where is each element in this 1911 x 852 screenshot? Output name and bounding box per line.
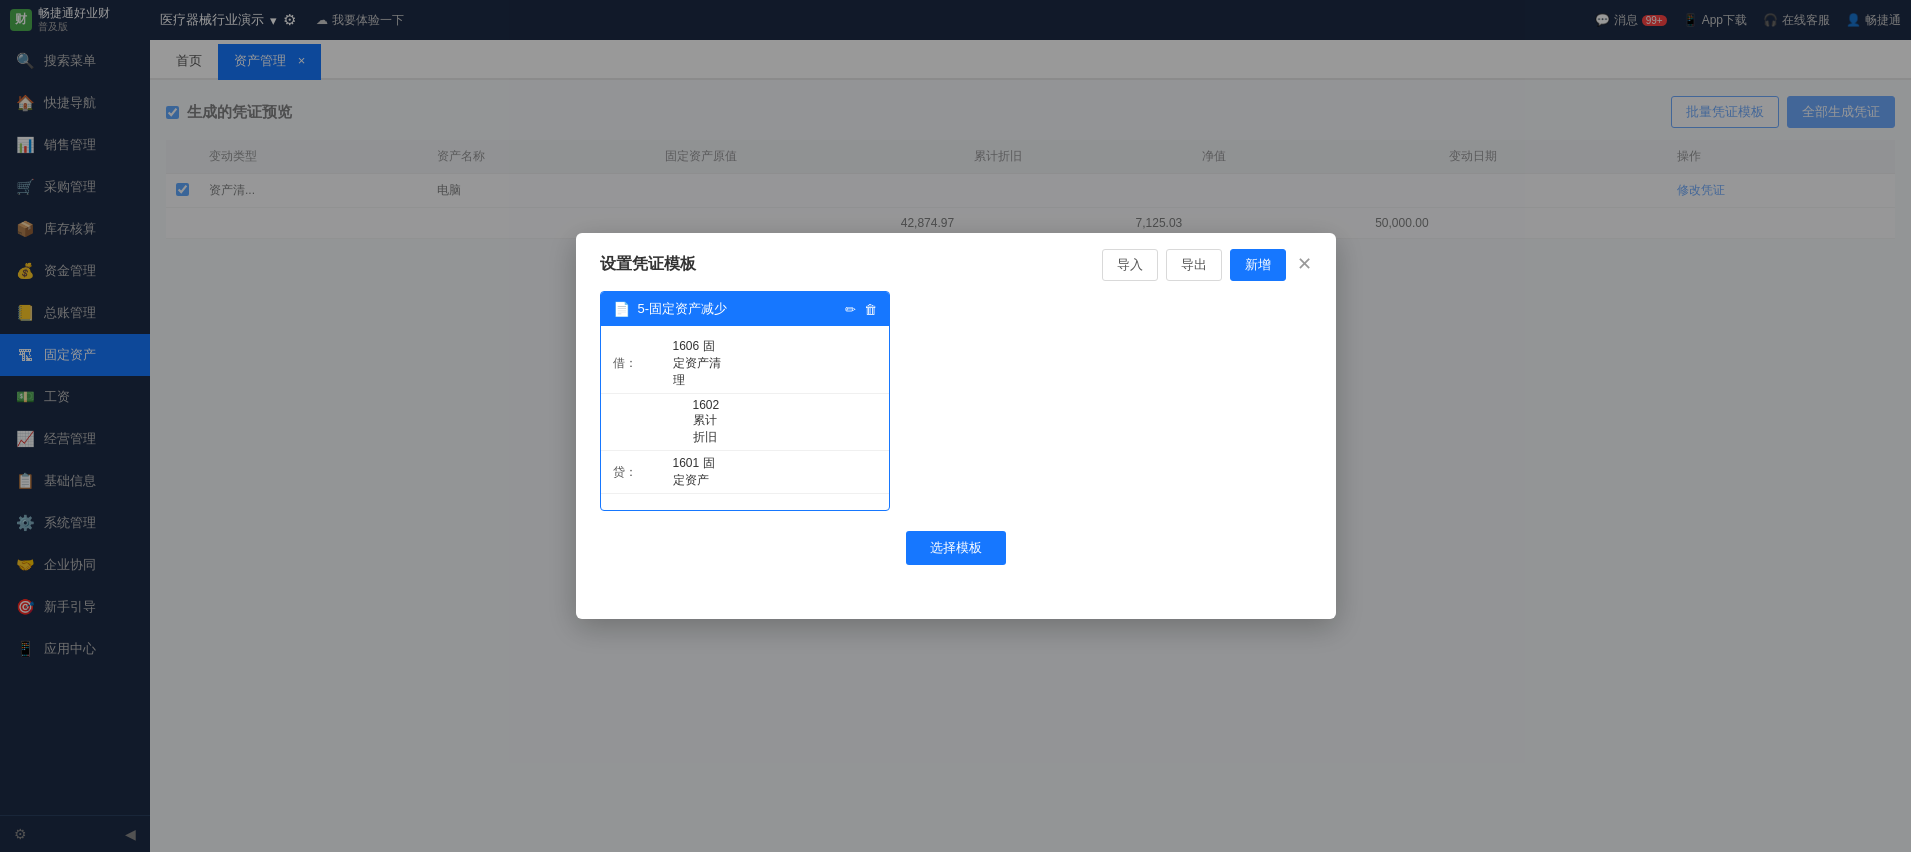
row2-side: 贷： (613, 464, 673, 481)
select-template-button[interactable]: 选择模板 (906, 531, 1006, 565)
row0-account: 1606 固定资产清理 (673, 338, 727, 389)
dialog-toolbar: 导入 导出 新增 (1102, 249, 1286, 281)
dialog-title: 设置凭证模板 (600, 254, 696, 275)
new-button[interactable]: 新增 (1230, 249, 1286, 281)
template-delete-icon[interactable]: 🗑 (864, 302, 877, 317)
template-card-actions: ✏ 🗑 (845, 302, 877, 317)
dialog-set-template: 设置凭证模板 导入 导出 新增 ✕ 📄 5-固定资产减少 ✏ (576, 233, 1336, 619)
modal-overlay: 设置凭证模板 导入 导出 新增 ✕ 📄 5-固定资产减少 ✏ (150, 40, 1911, 852)
import-button[interactable]: 导入 (1102, 249, 1158, 281)
dialog-header: 设置凭证模板 导入 导出 新增 ✕ (576, 233, 1336, 291)
template-row-2: 贷： 1601 固定资产 (601, 451, 889, 494)
template-row-0: 借： 1606 固定资产清理 (601, 334, 889, 394)
row1-account: 1602 累计折旧 (673, 398, 727, 446)
dialog-close-button[interactable]: ✕ (1297, 253, 1312, 275)
main-layout: 🔍 搜索菜单 🏠 快捷导航 📊 销售管理 🛒 采购管理 📦 库存核算 💰 (0, 40, 1911, 852)
row0-side: 借： (613, 355, 673, 372)
row2-account: 1601 固定资产 (673, 455, 727, 489)
template-card-header: 📄 5-固定资产减少 ✏ 🗑 (601, 292, 889, 326)
export-button[interactable]: 导出 (1166, 249, 1222, 281)
template-card: 📄 5-固定资产减少 ✏ 🗑 借： 1606 固定资产清理 (600, 291, 890, 511)
template-card-title: 5-固定资产减少 (638, 300, 837, 318)
template-card-doc-icon: 📄 (613, 301, 630, 317)
content-area: 首页 资产管理 × 生成的凭证预览 批量凭证模板 全部生成凭证 (150, 40, 1911, 852)
template-row-3 (601, 494, 889, 502)
template-card-body: 借： 1606 固定资产清理 1602 累计折旧 (601, 326, 889, 510)
template-edit-icon[interactable]: ✏ (845, 302, 856, 317)
template-row-1: 1602 累计折旧 (601, 394, 889, 451)
dialog-body: 📄 5-固定资产减少 ✏ 🗑 借： 1606 固定资产清理 (576, 291, 1336, 589)
